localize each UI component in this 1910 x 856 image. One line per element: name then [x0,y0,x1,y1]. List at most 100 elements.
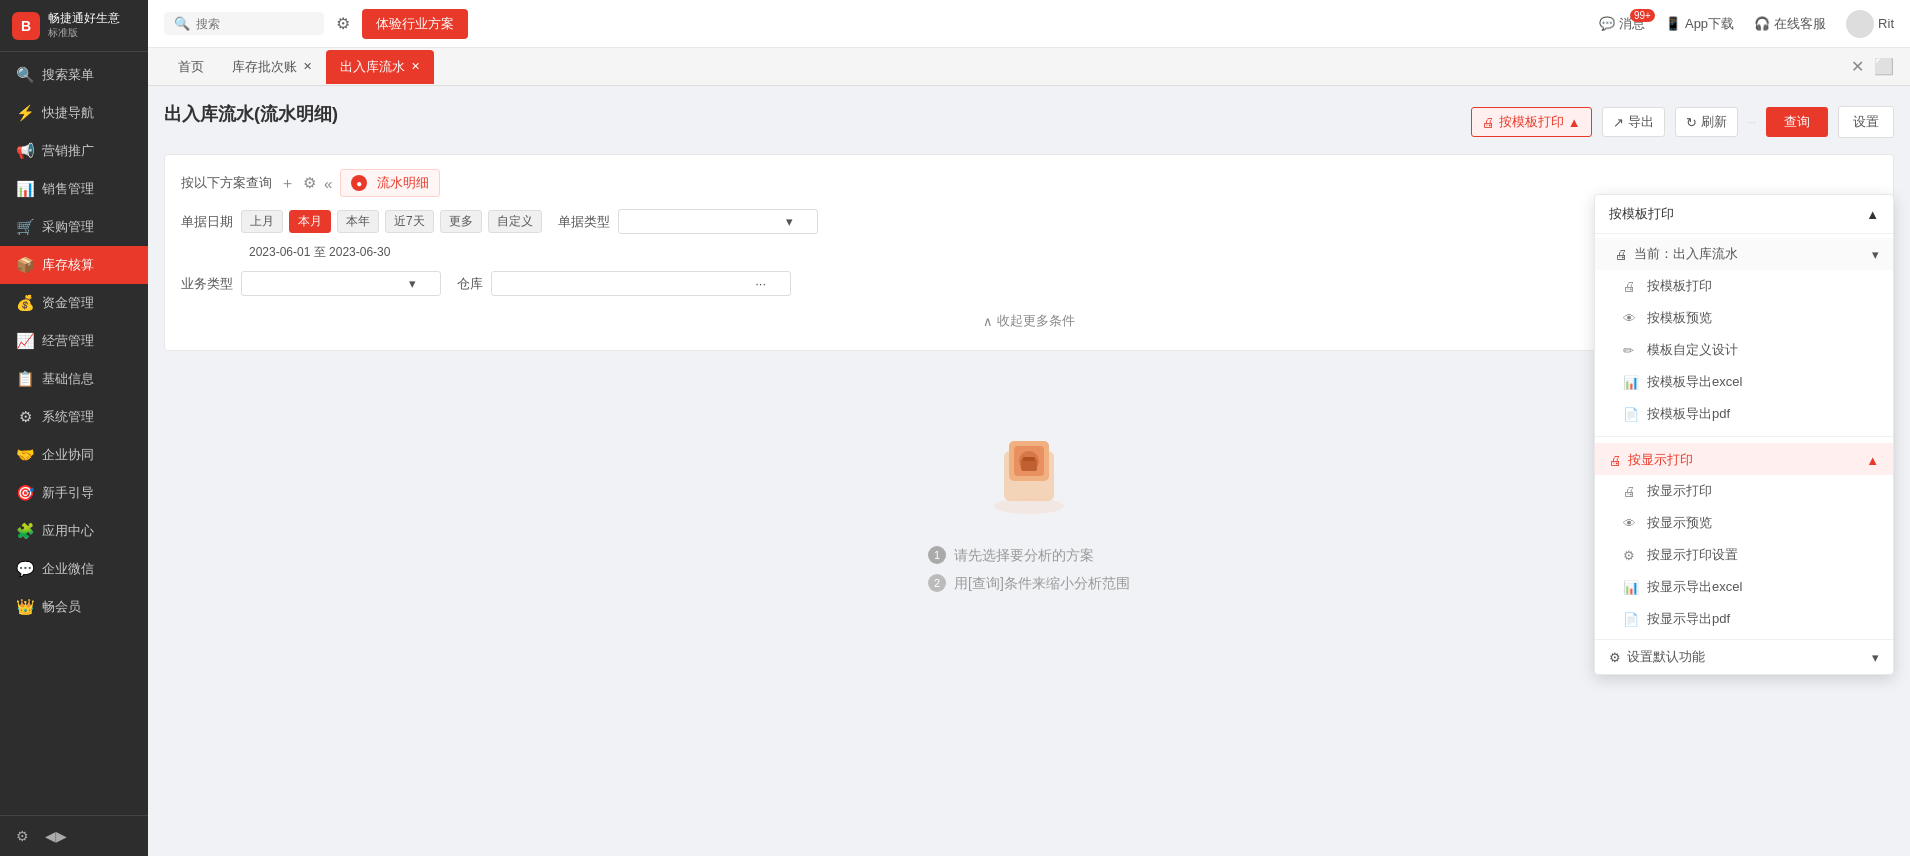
date-btn-last-month[interactable]: 上月 [241,210,283,233]
dp-template-print[interactable]: 🖨 按模板打印 [1595,270,1893,302]
dp-display-export-excel[interactable]: 📊 按显示导出excel [1595,571,1893,603]
tab-inventory-flow-label: 出入库流水 [340,58,405,76]
dp-display-settings-label: 按显示打印设置 [1647,546,1738,564]
filter-warehouse-item: 仓库 ··· [457,271,791,296]
sidebar-guide-icon: 🎯 [16,484,34,502]
filter-label: 按以下方案查询 [181,174,272,192]
dp-display-preview[interactable]: 👁 按显示预览 [1595,507,1893,539]
sidebar-settings-icon[interactable]: ⚙ [16,828,29,844]
tip-num-1: 1 [928,546,946,564]
sidebar-item-inventory[interactable]: 📦库存核算 [0,246,148,284]
date-shortcuts: 上月 本月 本年 近7天 更多 自定义 [241,210,542,233]
page-title: 出入库流水(流水明细) [164,102,338,126]
sidebar-item-collab[interactable]: 🤝企业协同 [0,436,148,474]
sidebar-footer: ⚙ ◀▶ [0,815,148,856]
tab-inventory-flow[interactable]: 出入库流水 ✕ [326,50,434,84]
date-btn-this-month[interactable]: 本月 [289,210,331,233]
sidebar-item-system[interactable]: ⚙系统管理 [0,398,148,436]
sidebar-item-search[interactable]: 🔍搜索菜单 [0,56,148,94]
dp-template-custom[interactable]: ✏ 模板自定义设计 [1595,334,1893,366]
tip-num-2: 2 [928,574,946,592]
svg-rect-6 [1023,457,1035,461]
app-logo: B 畅捷通好生意 标准版 [0,0,148,52]
sidebar-apps-label: 应用中心 [42,522,94,540]
customer-service-btn[interactable]: 🎧 在线客服 [1754,15,1826,33]
message-btn[interactable]: 💬 消息 99+ [1599,15,1645,33]
sidebar-item-member[interactable]: 👑畅会员 [0,588,148,626]
search-box[interactable]: 🔍 [164,12,324,35]
tab-home[interactable]: 首页 [164,50,218,84]
close-window-icon[interactable]: ✕ [1851,57,1864,76]
sidebar-search-icon: 🔍 [16,66,34,84]
topbar-gear-icon[interactable]: ⚙ [336,14,350,33]
dp-display-excel-icon: 📊 [1623,580,1639,595]
trial-button[interactable]: 体验行业方案 [362,9,468,39]
dp-template-preview-icon: 👁 [1623,311,1639,326]
sidebar-wechat-label: 企业微信 [42,560,94,578]
sidebar-shortcut-label: 快捷导航 [42,104,94,122]
dp-title: 按模板打印 [1609,205,1674,223]
sidebar-item-shortcut[interactable]: ⚡快捷导航 [0,94,148,132]
sidebar-item-basic[interactable]: 📋基础信息 [0,360,148,398]
filter-tag-item[interactable]: ● 流水明细 [340,169,440,197]
warehouse-select[interactable]: ··· [491,271,791,296]
sidebar-toggle-icon[interactable]: ◀▶ [45,828,67,844]
sidebar-item-guide[interactable]: 🎯新手引导 [0,474,148,512]
sidebar-item-wechat[interactable]: 💬企业微信 [0,550,148,588]
dp-current-expand-icon: ▾ [1872,247,1879,262]
logo-icon: B [12,12,40,40]
sidebar-item-sales[interactable]: 📊销售管理 [0,170,148,208]
chevron-down-icon: ▾ [786,214,793,229]
app-download-btn[interactable]: 📱 App下载 [1665,15,1734,33]
filter-settings-btn[interactable]: ⚙ [303,174,316,192]
collapse-label: 收起更多条件 [997,312,1075,330]
dp-template-export-excel[interactable]: 📊 按模板导出excel [1595,366,1893,398]
settings-button[interactable]: 设置 [1838,106,1894,138]
sidebar-finance-label: 资金管理 [42,294,94,312]
refresh-btn[interactable]: ↻ 刷新 [1675,107,1738,137]
biz-type-label: 业务类型 [181,275,233,293]
export-btn[interactable]: ↗ 导出 [1602,107,1665,137]
tab-batch-account-label: 库存批次账 [232,58,297,76]
date-btn-custom[interactable]: 自定义 [488,210,542,233]
sidebar-system-label: 系统管理 [42,408,94,426]
tab-batch-account-close[interactable]: ✕ [303,60,312,73]
date-btn-more[interactable]: 更多 [440,210,482,233]
sidebar-item-apps[interactable]: 🧩应用中心 [0,512,148,550]
dp-display-preview-icon: 👁 [1623,516,1639,531]
date-btn-this-year[interactable]: 本年 [337,210,379,233]
dp-template-preview[interactable]: 👁 按模板预览 [1595,302,1893,334]
warehouse-label: 仓库 [457,275,483,293]
filter-collapse-btn[interactable]: « [324,175,332,192]
search-input[interactable] [196,17,306,31]
tag-badge: ● [351,175,367,191]
dp-template-export-pdf[interactable]: 📄 按模板导出pdf [1595,398,1893,430]
sidebar-item-marketing[interactable]: 📢营销推广 [0,132,148,170]
dp-display-section: 🖨 按显示打印 ▲ 🖨 按显示打印 👁 按显示预览 ⚙ 按显示打印设置 [1595,439,1893,639]
doctype-select[interactable]: ▾ [618,209,818,234]
filter-doctype-item: 单据类型 ▾ [558,209,818,234]
user-avatar-area[interactable]: Rit [1846,10,1894,38]
date-btn-7days[interactable]: 近7天 [385,210,434,233]
dp-display-settings[interactable]: ⚙ 按显示打印设置 [1595,539,1893,571]
expand-window-icon[interactable]: ⬜ [1874,57,1894,76]
tab-batch-account[interactable]: 库存批次账 ✕ [218,50,326,84]
sidebar-item-operations[interactable]: 📈经营管理 [0,322,148,360]
sidebar-collab-icon: 🤝 [16,446,34,464]
biz-type-select[interactable]: ▾ [241,271,441,296]
dp-display-print[interactable]: 🖨 按显示打印 [1595,475,1893,507]
sidebar-item-finance[interactable]: 💰资金管理 [0,284,148,322]
template-print-btn[interactable]: 🖨 按模板打印 ▲ [1471,107,1592,137]
message-icon: 💬 [1599,16,1615,31]
dp-current-row[interactable]: 🖨 当前：出入库流水 ▾ [1595,238,1893,270]
filter-add-btn[interactable]: ＋ [280,174,295,193]
warehouse-more-icon: ··· [755,276,766,291]
dp-display-section-header[interactable]: 🖨 按显示打印 ▲ [1595,443,1893,475]
sidebar-item-purchase[interactable]: 🛒采购管理 [0,208,148,246]
dp-display-export-pdf[interactable]: 📄 按显示导出pdf [1595,603,1893,635]
dp-footer-default[interactable]: ⚙ 设置默认功能 ▾ [1595,639,1893,674]
query-button[interactable]: 查询 [1766,107,1828,137]
tab-inventory-flow-close[interactable]: ✕ [411,60,420,73]
dp-collapse-icon[interactable]: ▲ [1866,207,1879,222]
dp-template-export-pdf-label: 按模板导出pdf [1647,405,1730,423]
